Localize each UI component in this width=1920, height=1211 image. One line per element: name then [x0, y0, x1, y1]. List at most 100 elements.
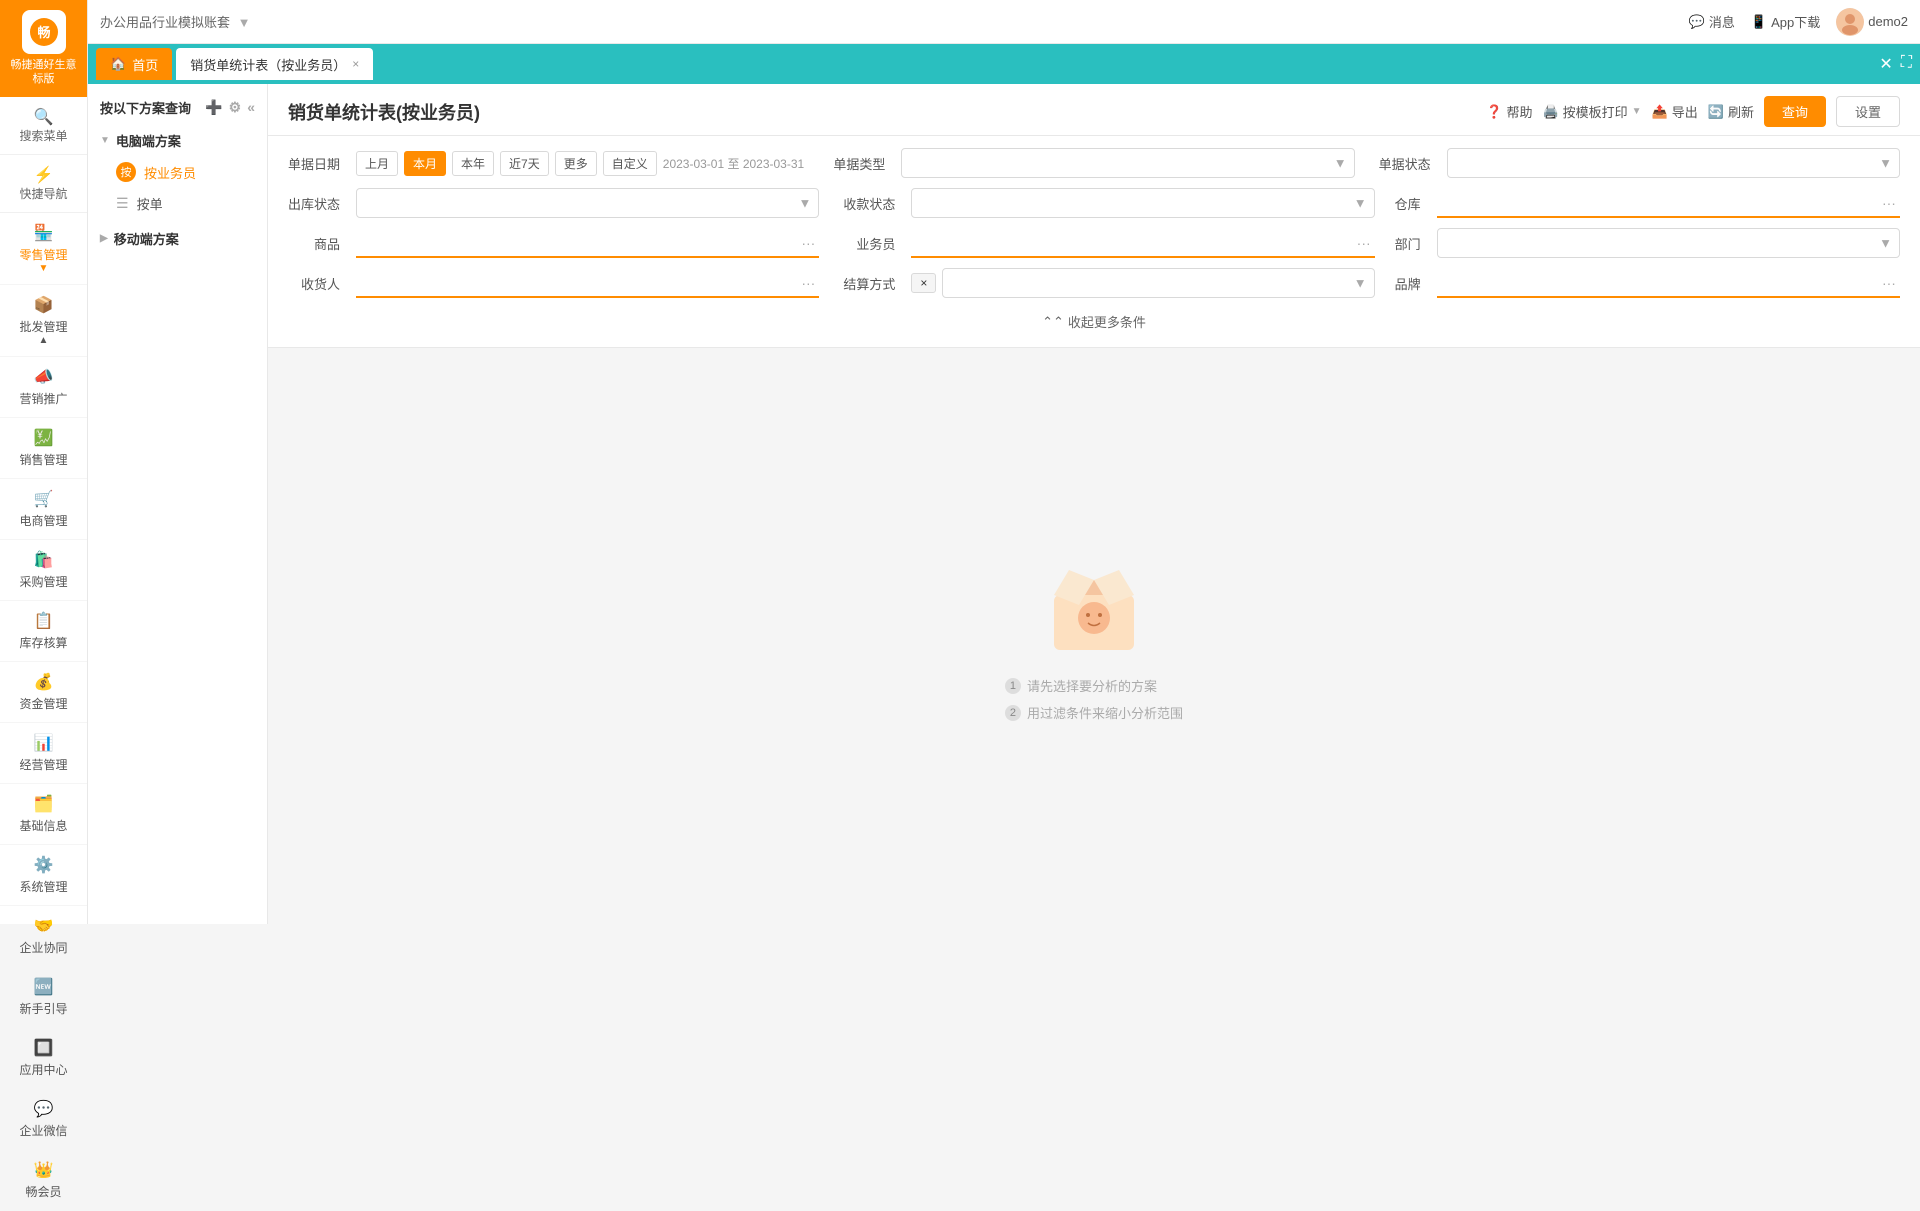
- tab-sales-stats[interactable]: 销货单统计表（按业务员） ×: [176, 48, 373, 80]
- add-scheme-icon[interactable]: ➕: [205, 99, 222, 116]
- sidebar-item-ecom[interactable]: 🛒 电商管理: [0, 479, 87, 540]
- message-label: 消息: [1709, 12, 1735, 31]
- settings-scheme-icon[interactable]: ⚙: [229, 99, 242, 116]
- sidebar-item-guide[interactable]: 🆕 新手引导: [0, 967, 87, 1028]
- warehouse-field: ···: [1437, 188, 1900, 218]
- empty-svg-icon: [1034, 550, 1154, 660]
- payment-select-container: ▼: [942, 268, 1374, 298]
- app-download-button[interactable]: 📱 App下载: [1751, 12, 1820, 31]
- dept-select[interactable]: [1437, 228, 1900, 258]
- collapse-panel-icon[interactable]: «: [247, 99, 255, 116]
- home-icon: 🏠: [110, 56, 126, 72]
- sidebar-item-purchase[interactable]: 🛍️ 采购管理: [0, 540, 87, 601]
- date-custom[interactable]: 自定义: [603, 151, 657, 176]
- sidebar-item-system[interactable]: ⚙️ 系统管理: [0, 845, 87, 906]
- warehouse-dots[interactable]: ···: [1882, 195, 1896, 211]
- salesperson-input[interactable]: [911, 228, 1374, 258]
- date-this-year[interactable]: 本年: [452, 151, 494, 176]
- guide-icon: 🆕: [34, 977, 54, 997]
- brand-dots[interactable]: ···: [1882, 275, 1896, 291]
- doc-type-select[interactable]: [901, 148, 1354, 178]
- print-button[interactable]: 🖨️ 按模板打印 ▼: [1542, 102, 1641, 121]
- doc-status-select[interactable]: [1447, 148, 1900, 178]
- scheme-by-order[interactable]: ☰ 按单: [88, 188, 267, 219]
- tab-close-icon[interactable]: ×: [352, 57, 359, 71]
- user-menu[interactable]: demo2: [1836, 8, 1908, 36]
- out-status-select[interactable]: [356, 188, 819, 218]
- goods-dots[interactable]: ···: [801, 235, 815, 251]
- sidebar-item-inventory[interactable]: 📋 库存核算: [0, 601, 87, 662]
- purchase-icon: 🛍️: [34, 550, 54, 570]
- scheme-group-mobile[interactable]: ▶ 移动端方案: [88, 223, 267, 254]
- sidebar-item-member[interactable]: 👑 畅会员: [0, 1150, 87, 1211]
- quick-nav-item[interactable]: ⚡ 快捷导航: [0, 155, 87, 213]
- tab-maximize-icon[interactable]: ⛶: [1901, 54, 1912, 74]
- hint-text-2: 用过滤条件来缩小分析范围: [1027, 703, 1183, 722]
- pay-status-select-container: ▼: [911, 188, 1374, 218]
- chevron-down-icon: ▼: [39, 263, 49, 274]
- sidebar-item-marketing[interactable]: 📣 营销推广: [0, 357, 87, 418]
- order-icon: ☰: [116, 195, 129, 212]
- sidebar-item-apps[interactable]: 🔲 应用中心: [0, 1028, 87, 1089]
- apps-label: 应用中心: [19, 1061, 67, 1078]
- help-button[interactable]: ❓ 帮助: [1486, 102, 1532, 121]
- help-label: 帮助: [1506, 102, 1532, 121]
- payment-select[interactable]: [942, 268, 1374, 298]
- filter-row-4: 收货人 ··· 结算方式 × ▼: [288, 268, 1900, 298]
- expand-icon: ▼: [100, 135, 110, 146]
- tab-home[interactable]: 🏠 首页: [96, 48, 172, 80]
- consignee-dots[interactable]: ···: [801, 275, 815, 291]
- settings-button[interactable]: 设置: [1836, 96, 1900, 127]
- sidebar-item-operation[interactable]: 📊 经营管理: [0, 723, 87, 784]
- left-panel-title: 按以下方案查询: [100, 98, 191, 117]
- wechat-icon: 💬: [34, 1099, 54, 1119]
- salesperson-dots[interactable]: ···: [1357, 235, 1371, 251]
- breadcrumb: 办公用品行业模拟账套 ▼: [100, 12, 1677, 31]
- scheme-salesperson[interactable]: 按 按业务员: [88, 156, 267, 188]
- sidebar-item-wholesale[interactable]: 📦 批发管理 ▲: [0, 285, 87, 357]
- tab-close-all-icon[interactable]: ✕: [1879, 54, 1892, 74]
- search-label: 搜索菜单: [19, 129, 67, 143]
- sidebar-search-item[interactable]: 🔍 搜索菜单: [0, 97, 87, 155]
- date-more[interactable]: 更多: [555, 151, 597, 176]
- sidebar-item-wechat[interactable]: 💬 企业微信: [0, 1089, 87, 1150]
- expand-mobile-icon: ▶: [100, 233, 108, 244]
- apps-icon: 🔲: [34, 1038, 54, 1058]
- pay-status-select[interactable]: [911, 188, 1374, 218]
- print-icon: 🖨️: [1542, 104, 1558, 120]
- collapse-up-icon: ⌃⌃: [1042, 314, 1064, 330]
- consignee-input[interactable]: [356, 268, 819, 298]
- export-button[interactable]: 📤 导出: [1652, 102, 1698, 121]
- salesperson-field: ···: [911, 228, 1374, 258]
- dept-select-container: ▼: [1437, 228, 1900, 258]
- collapse-button[interactable]: ⌃⌃ 收起更多条件: [288, 308, 1900, 335]
- salesperson-label: 业务员: [835, 234, 895, 253]
- active-tab-label: 销货单统计表（按业务员）: [190, 55, 346, 74]
- goods-input[interactable]: [356, 228, 819, 258]
- date-last-month[interactable]: 上月: [356, 151, 398, 176]
- scheme-group-desktop[interactable]: ▼ 电脑端方案: [88, 125, 267, 156]
- message-button[interactable]: 💬 消息: [1689, 12, 1735, 31]
- date-last-7days[interactable]: 近7天: [500, 151, 549, 176]
- refresh-button[interactable]: 🔄 刷新: [1708, 102, 1754, 121]
- member-label: 畅会员: [25, 1183, 61, 1200]
- sidebar-item-retail[interactable]: 🏪 零售管理 ▼: [0, 213, 87, 285]
- date-this-month[interactable]: 本月: [404, 151, 446, 176]
- ecom-label: 电商管理: [19, 512, 67, 529]
- empty-hint-2: 2 用过滤条件来缩小分析范围: [1005, 703, 1183, 722]
- warehouse-input[interactable]: [1437, 188, 1900, 218]
- scheme-group-mobile-label: 移动端方案: [114, 229, 179, 248]
- payment-tag-close[interactable]: ×: [920, 276, 927, 290]
- sidebar-item-finance[interactable]: 💰 资金管理: [0, 662, 87, 723]
- filter-row-3: 商品 ··· 业务员 ··· 部门 ▼: [288, 228, 1900, 258]
- sidebar-item-sales[interactable]: 💹 销售管理: [0, 418, 87, 479]
- sidebar-item-enterprise[interactable]: 🤝 企业协同: [0, 906, 87, 967]
- pay-status-label: 收款状态: [835, 194, 895, 213]
- right-panel: 销货单统计表(按业务员) ❓ 帮助 🖨️ 按模板打印 ▼ 📤 导出: [268, 84, 1920, 924]
- breadcrumb-text: 办公用品行业模拟账套: [100, 15, 230, 30]
- sidebar-item-basic[interactable]: 🗂️ 基础信息: [0, 784, 87, 845]
- sales-icon: 💹: [34, 428, 54, 448]
- brand-input[interactable]: [1437, 268, 1900, 298]
- user-name: demo2: [1868, 14, 1908, 29]
- query-button[interactable]: 查询: [1764, 96, 1826, 127]
